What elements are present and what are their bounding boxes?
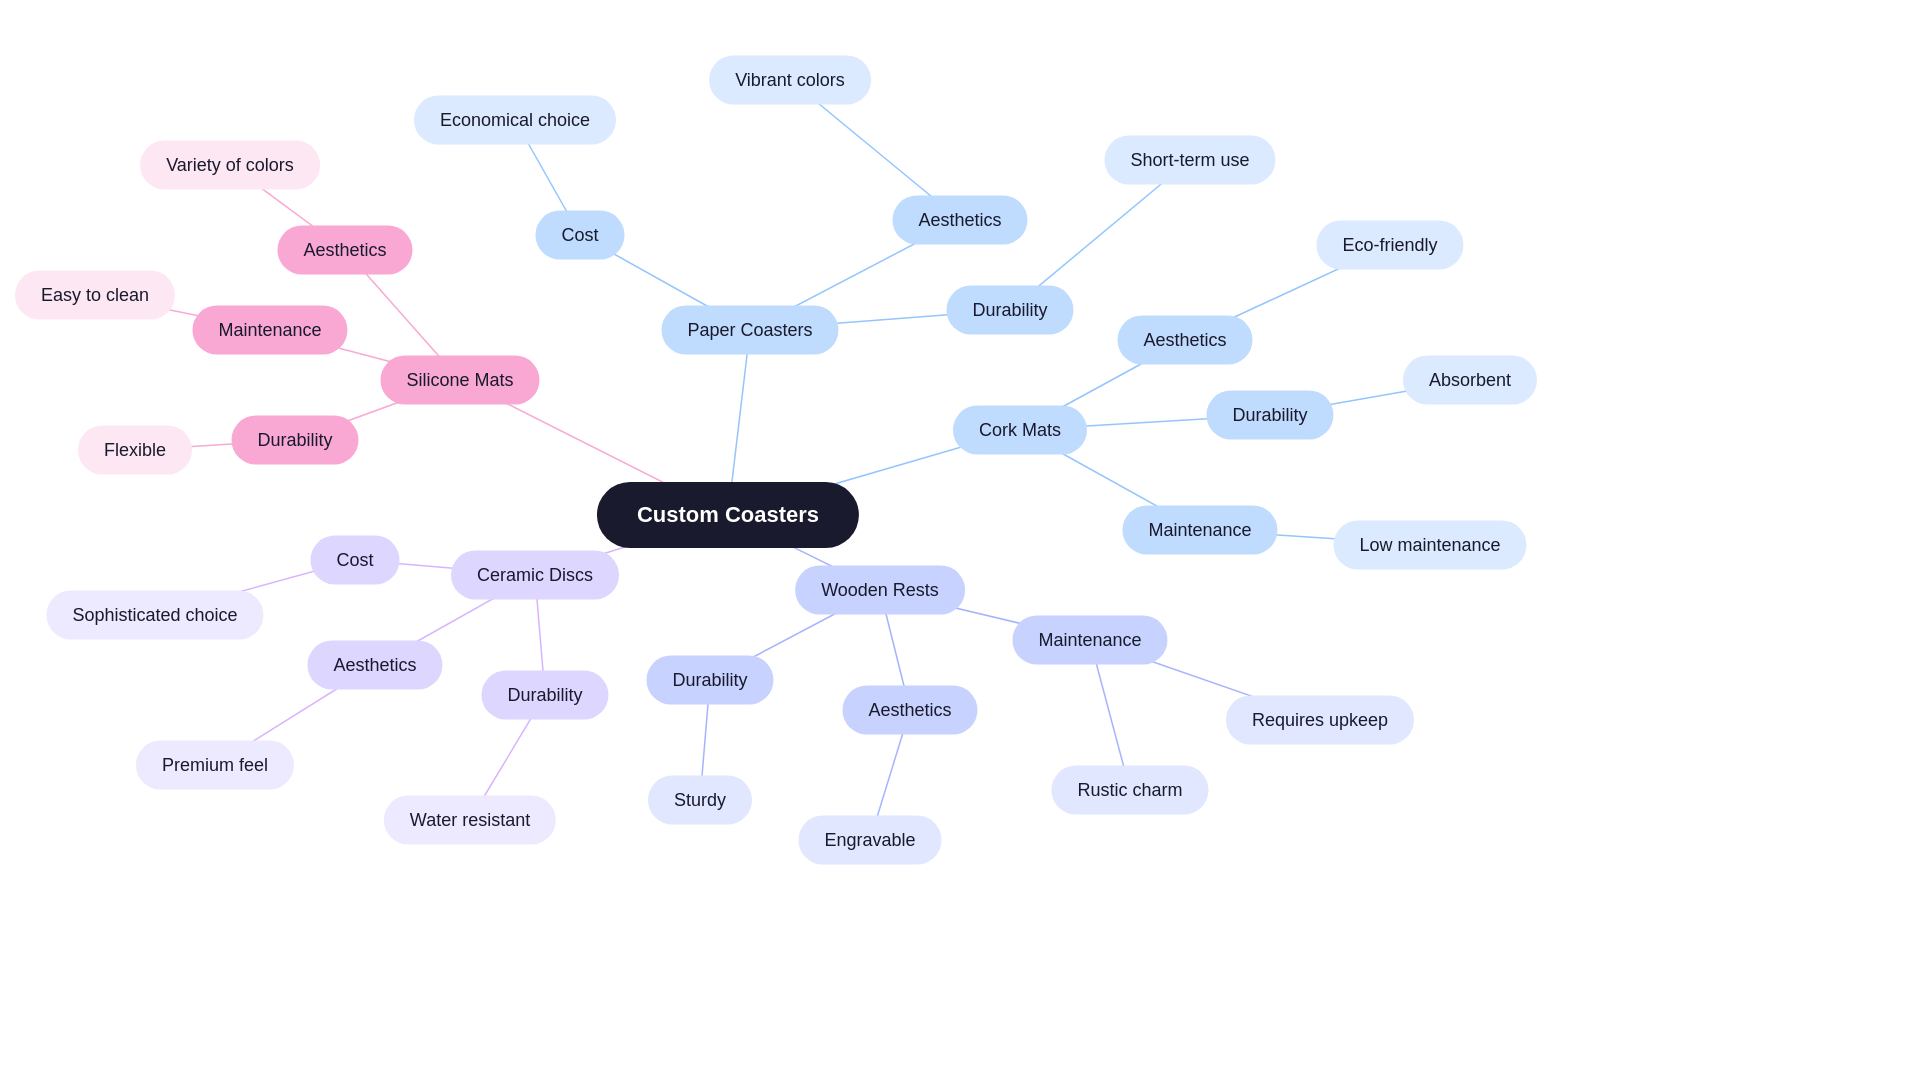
node-absorbent[interactable]: Absorbent bbox=[1403, 356, 1537, 405]
node-aesthetics_silicone[interactable]: Aesthetics bbox=[277, 226, 412, 275]
node-variety_colors[interactable]: Variety of colors bbox=[140, 141, 320, 190]
node-cost_paper[interactable]: Cost bbox=[535, 211, 624, 260]
node-durability_cork[interactable]: Durability bbox=[1206, 391, 1333, 440]
node-maintenance_silicone[interactable]: Maintenance bbox=[192, 306, 347, 355]
node-engravable[interactable]: Engravable bbox=[798, 816, 941, 865]
mindmap-container: Custom Coasters Silicone Mats Aesthetics Va… bbox=[0, 0, 1920, 1083]
node-rustic_charm[interactable]: Rustic charm bbox=[1051, 766, 1208, 815]
node-ceramic[interactable]: Ceramic Discs bbox=[451, 551, 619, 600]
node-center[interactable]: Custom Coasters bbox=[597, 482, 859, 548]
node-short_term[interactable]: Short-term use bbox=[1104, 136, 1275, 185]
node-water_resistant[interactable]: Water resistant bbox=[384, 796, 556, 845]
node-maintenance_cork[interactable]: Maintenance bbox=[1122, 506, 1277, 555]
node-eco_friendly[interactable]: Eco-friendly bbox=[1316, 221, 1463, 270]
node-flexible[interactable]: Flexible bbox=[78, 426, 192, 475]
node-paper[interactable]: Paper Coasters bbox=[661, 306, 838, 355]
node-sturdy[interactable]: Sturdy bbox=[648, 776, 752, 825]
node-vibrant_colors[interactable]: Vibrant colors bbox=[709, 56, 871, 105]
node-durability_wooden[interactable]: Durability bbox=[646, 656, 773, 705]
node-durability_silicone[interactable]: Durability bbox=[231, 416, 358, 465]
node-silicone[interactable]: Silicone Mats bbox=[380, 356, 539, 405]
node-durability_paper[interactable]: Durability bbox=[946, 286, 1073, 335]
node-wooden[interactable]: Wooden Rests bbox=[795, 566, 965, 615]
node-aesthetics_paper[interactable]: Aesthetics bbox=[892, 196, 1027, 245]
node-maintenance_wooden[interactable]: Maintenance bbox=[1012, 616, 1167, 665]
node-premium_feel[interactable]: Premium feel bbox=[136, 741, 294, 790]
node-aesthetics_ceramic[interactable]: Aesthetics bbox=[307, 641, 442, 690]
node-durability_ceramic[interactable]: Durability bbox=[481, 671, 608, 720]
node-aesthetics_cork[interactable]: Aesthetics bbox=[1117, 316, 1252, 365]
node-low_maintenance[interactable]: Low maintenance bbox=[1333, 521, 1526, 570]
node-economical[interactable]: Economical choice bbox=[414, 96, 616, 145]
node-requires_upkeep[interactable]: Requires upkeep bbox=[1226, 696, 1414, 745]
node-aesthetics_wooden[interactable]: Aesthetics bbox=[842, 686, 977, 735]
node-easy_clean[interactable]: Easy to clean bbox=[15, 271, 175, 320]
node-cork[interactable]: Cork Mats bbox=[953, 406, 1087, 455]
node-cost_ceramic[interactable]: Cost bbox=[310, 536, 399, 585]
node-sophisticated[interactable]: Sophisticated choice bbox=[46, 591, 263, 640]
